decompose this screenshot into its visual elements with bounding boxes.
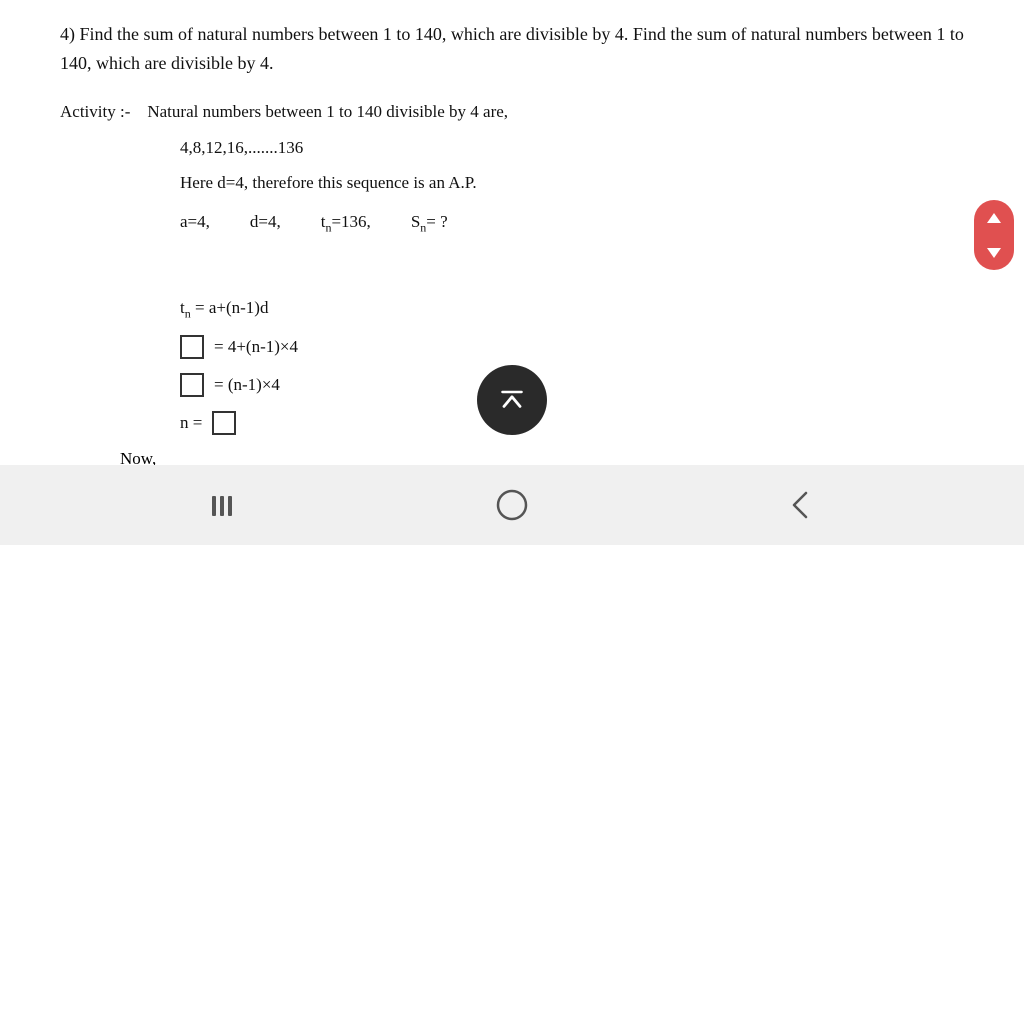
scroll-buttons	[974, 200, 1014, 270]
back-nav-icon[interactable]	[782, 487, 818, 523]
home-nav-icon[interactable]	[494, 487, 530, 523]
step-simplified: = (n-1)×4	[180, 373, 964, 397]
activity-section: Activity :- Natural numbers between 1 to…	[60, 98, 964, 238]
param-tn: tn=136,	[321, 208, 371, 238]
step-n-value: n =	[180, 411, 964, 435]
ap-note: Here d=4, therefore this sequence is an …	[180, 169, 964, 198]
blank-box-2[interactable]	[180, 373, 204, 397]
step-substitution: = 4+(n-1)×4	[180, 335, 964, 359]
series-line: 4,8,12,16,.......136	[180, 134, 964, 163]
activity-keyword: Activity :-	[60, 102, 130, 121]
blank-box-1[interactable]	[180, 335, 204, 359]
param-a: a=4,	[180, 208, 210, 237]
activity-label: Activity :- Natural numbers between 1 to…	[60, 98, 964, 127]
question-text: 4) Find the sum of natural numbers betwe…	[60, 20, 964, 78]
scroll-to-top-button[interactable]	[477, 365, 547, 435]
nav-bar	[0, 465, 1024, 545]
menu-nav-icon[interactable]	[206, 487, 242, 523]
activity-description: Natural numbers between 1 to 140 divisib…	[147, 102, 508, 121]
step-tn-formula: tn = a+(n-1)d	[180, 298, 964, 321]
params-line: a=4, d=4, tn=136, Sn= ?	[180, 208, 964, 238]
param-d: d=4,	[250, 208, 281, 237]
scroll-down-button[interactable]	[974, 235, 1014, 270]
blank-box-3[interactable]	[212, 411, 236, 435]
scroll-up-button[interactable]	[974, 200, 1014, 235]
param-sn: Sn= ?	[411, 208, 448, 238]
